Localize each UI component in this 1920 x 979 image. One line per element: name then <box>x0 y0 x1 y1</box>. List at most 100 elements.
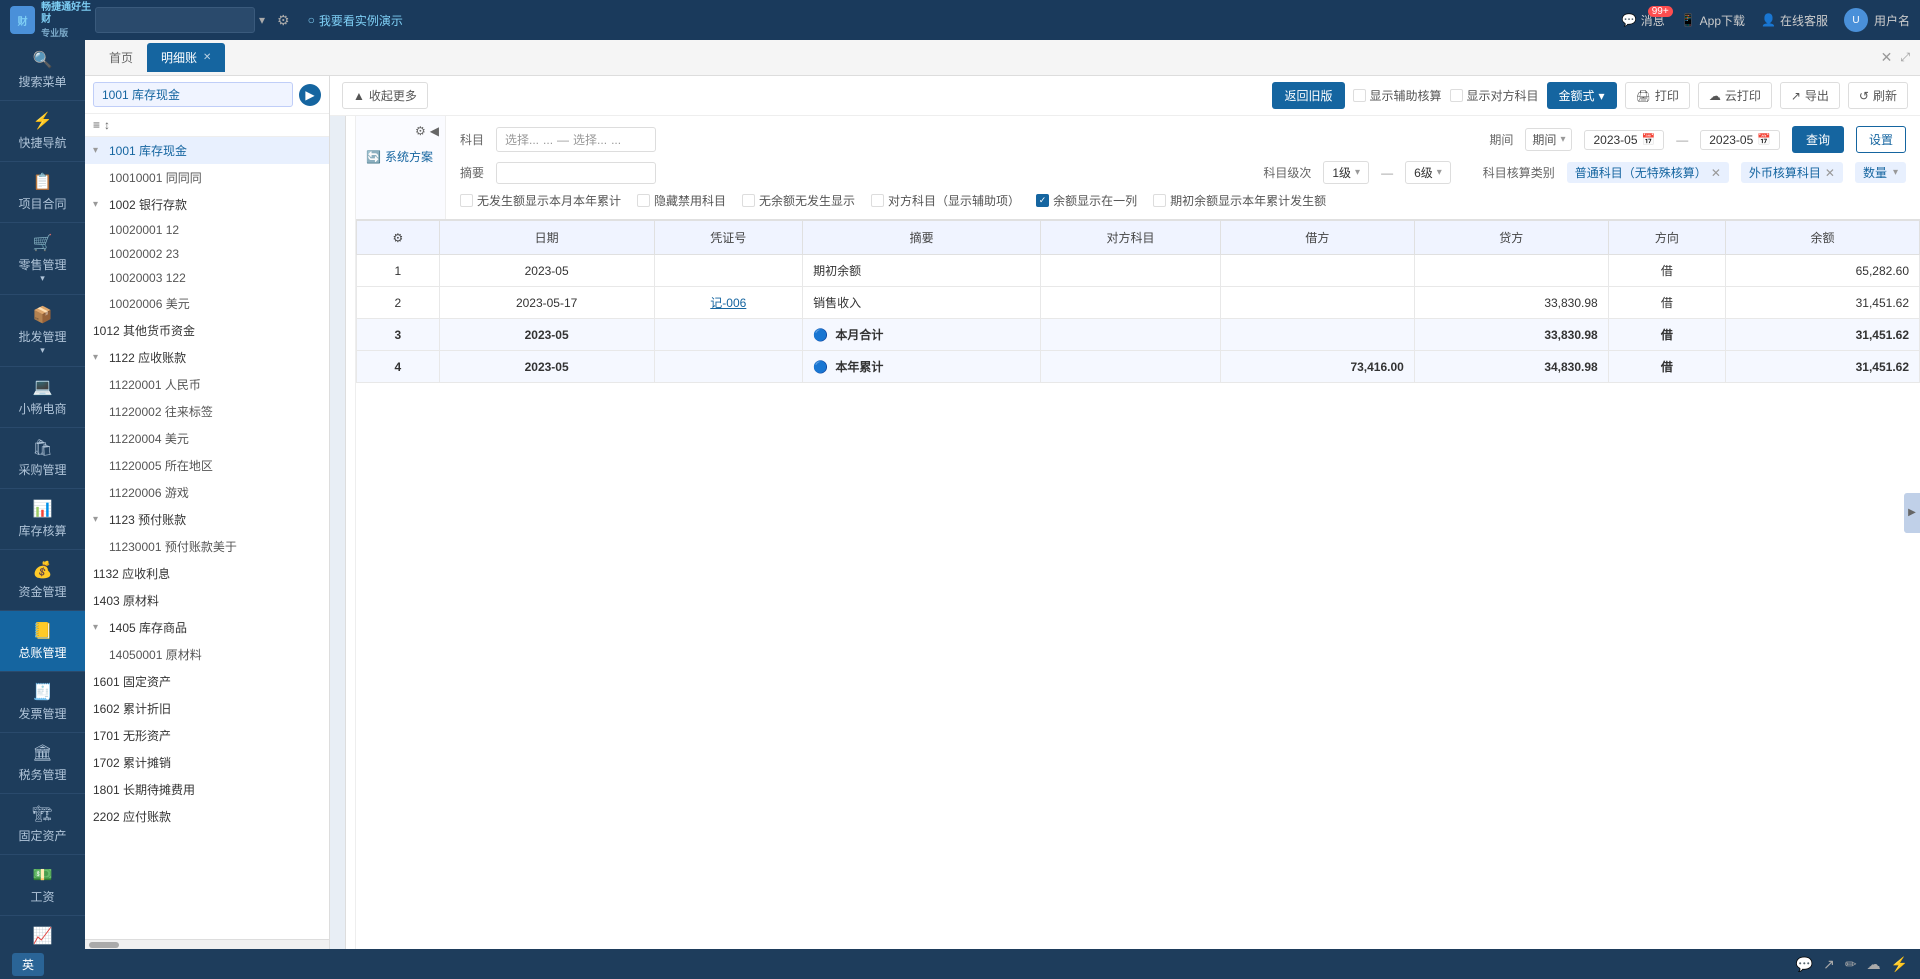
settings-btn[interactable]: 设置 <box>1856 126 1906 153</box>
sidebar-item-inventory[interactable]: 📊 库存核算 <box>0 489 85 550</box>
tag-ordinary[interactable]: 普通科目（无特殊核算） ✕ <box>1567 162 1729 183</box>
chk-opening-ytd[interactable]: 期初余额显示本年累计发生额 <box>1153 192 1326 209</box>
tree-item-10020006[interactable]: 10020006 美元 <box>85 290 329 317</box>
tree-item-11220002[interactable]: 11220002 往来标签 <box>85 398 329 425</box>
tree-item-1702[interactable]: 1702 累计摊销 <box>85 749 329 776</box>
search-dropdown-arrow[interactable]: ▾ <box>259 13 265 27</box>
tree-item-1132[interactable]: 1132 应收利息 <box>85 560 329 587</box>
lang-switch-btn[interactable]: 英 <box>12 953 44 976</box>
voucher-link[interactable]: 记-006 <box>710 296 746 310</box>
online-service-btn[interactable]: 👤 在线客服 <box>1761 12 1828 29</box>
status-icon-link[interactable]: ↗ <box>1823 956 1835 973</box>
assist-calc-checkbox[interactable]: 显示辅助核算 <box>1353 87 1442 104</box>
tag-foreign-close[interactable]: ✕ <box>1825 166 1835 180</box>
tree-item-1123[interactable]: ▾ 1123 预付账款 <box>85 506 329 533</box>
tree-item-1405[interactable]: ▾ 1405 库存商品 <box>85 614 329 641</box>
subject-input-group[interactable]: 选择... ... — 选择... ... <box>496 127 656 152</box>
contra-subject-checkbox[interactable]: 显示对方科目 <box>1450 87 1539 104</box>
chk-balance-col[interactable]: ✓ 余额显示在一列 <box>1036 192 1137 209</box>
status-icon-cloud[interactable]: ☁ <box>1867 956 1881 973</box>
app-download-btn[interactable]: 📱 App下载 <box>1681 12 1745 29</box>
tree-item-10020002[interactable]: 10020002 23 <box>85 242 329 266</box>
account-nav-forward-btn[interactable]: ▶ <box>299 84 321 106</box>
tag-foreign[interactable]: 外币核算科目 ✕ <box>1741 162 1843 183</box>
tree-item-11220004[interactable]: 11220004 美元 <box>85 425 329 452</box>
status-icon-flash[interactable]: ⚡ <box>1891 956 1908 973</box>
sidebar-item-salary[interactable]: 💵 工资 <box>0 855 85 916</box>
collapse-more-btn[interactable]: ▲ 收起更多 <box>342 82 428 109</box>
sidebar-item-ecommerce[interactable]: 💻 小畅电商 <box>0 367 85 428</box>
period-from-input[interactable]: 2023-05 📅 <box>1584 130 1664 150</box>
tree-item-1002[interactable]: ▾ 1002 银行存款 <box>85 191 329 218</box>
tab-home[interactable]: 首页 <box>95 43 147 72</box>
tree-item-11220005[interactable]: 11220005 所在地区 <box>85 452 329 479</box>
tree-item-1403[interactable]: 1403 原材料 <box>85 587 329 614</box>
sidebar-item-capital[interactable]: 💰 资金管理 <box>0 550 85 611</box>
tree-item-14050001[interactable]: 14050001 原材料 <box>85 641 329 668</box>
top-search[interactable] <box>95 7 255 33</box>
sidebar-item-operations[interactable]: 📈 经营管理 <box>0 916 85 949</box>
tree-item-1601[interactable]: 1601 固定资产 <box>85 668 329 695</box>
window-expand-btn[interactable]: ⤢ <box>1900 49 1910 66</box>
tree-item-10020001[interactable]: 10020001 12 <box>85 218 329 242</box>
sidebar-item-retail[interactable]: 🛒 零售管理 ▾ <box>0 223 85 295</box>
back-old-btn[interactable]: 返回旧版 <box>1272 82 1344 109</box>
tree-item-11220006[interactable]: 11220006 游戏 <box>85 479 329 506</box>
chk-hide-disabled[interactable]: 隐藏禁用科目 <box>637 192 726 209</box>
summary-input[interactable] <box>496 162 656 184</box>
status-icon-edit[interactable]: ✏ <box>1845 956 1857 973</box>
chk-no-balance[interactable]: 无余额无发生显示 <box>742 192 855 209</box>
tree-item-1001[interactable]: ▾ 1001 库存现金 <box>85 137 329 164</box>
query-btn[interactable]: 查询 <box>1792 126 1844 153</box>
tab-close-icon[interactable]: ✕ <box>203 52 211 63</box>
sidebar-item-tax[interactable]: 🏛 税务管理 <box>0 733 85 794</box>
tree-item-10020003[interactable]: 10020003 122 <box>85 266 329 290</box>
col-settings[interactable]: ⚙ <box>357 221 440 255</box>
sidebar-item-wholesale[interactable]: 📦 批发管理 ▾ <box>0 295 85 367</box>
export-btn[interactable]: ↗ 导出 <box>1780 82 1840 109</box>
period-to-input[interactable]: 2023-05 📅 <box>1700 130 1780 150</box>
print-btn[interactable]: 🖨 打印 <box>1625 82 1690 109</box>
tree-item-11220001[interactable]: 11220001 人民币 <box>85 371 329 398</box>
sidebar-item-assets[interactable]: 🏗 固定资产 <box>0 794 85 855</box>
cloud-print-btn[interactable]: ☁ 云打印 <box>1698 82 1772 109</box>
window-close-btn[interactable]: ✕ <box>1881 49 1893 66</box>
scheme-collapse-icon[interactable]: ◀ <box>430 124 439 138</box>
level-to-select[interactable]: 6级 ▾ <box>1405 161 1451 184</box>
amount-style-btn[interactable]: 金额式 ▾ <box>1547 82 1617 109</box>
sidebar-item-quicknav[interactable]: ⚡ 快捷导航 <box>0 101 85 162</box>
sort-icon[interactable]: ↕ <box>104 118 110 132</box>
message-btn[interactable]: 💬 消息 99+ <box>1622 12 1665 29</box>
tag-quantity[interactable]: 数量 ▾ <box>1855 162 1906 183</box>
sidebar-item-invoice[interactable]: 🧾 发票管理 <box>0 672 85 733</box>
user-menu[interactable]: U 用户名 <box>1844 8 1910 32</box>
sidebar-item-purchase[interactable]: 🛍 采购管理 <box>0 428 85 489</box>
chk-contra-assist[interactable]: 对方科目（显示辅助项） <box>871 192 1020 209</box>
tag-ordinary-close[interactable]: ✕ <box>1711 166 1721 180</box>
tree-item-1012[interactable]: 1012 其他货币资金 <box>85 317 329 344</box>
account-selector[interactable]: 1001 库存现金 <box>93 82 293 107</box>
system-scheme-item[interactable]: 🔄 系统方案 <box>356 142 445 171</box>
account-scrollbar[interactable] <box>85 939 329 949</box>
tree-item-1801[interactable]: 1801 长期待摊费用 <box>85 776 329 803</box>
tree-item-11230001[interactable]: 11230001 预付账款美于 <box>85 533 329 560</box>
refresh-btn[interactable]: ↺ 刷新 <box>1848 82 1908 109</box>
tree-item-10010001[interactable]: 10010001 同同同 <box>85 164 329 191</box>
list-view-icon[interactable]: ≡ <box>93 118 100 132</box>
level-from-select[interactable]: 1级 ▾ <box>1323 161 1369 184</box>
sidebar-item-search[interactable]: 🔍 搜索菜单 <box>0 40 85 101</box>
settings-icon[interactable]: ⚙ <box>277 12 290 29</box>
status-icon-chat[interactable]: 💬 <box>1796 956 1813 973</box>
tree-item-1602[interactable]: 1602 累计折旧 <box>85 695 329 722</box>
tab-detail-ledger[interactable]: 明细账 ✕ <box>147 43 225 72</box>
tree-item-1701[interactable]: 1701 无形资产 <box>85 722 329 749</box>
sidebar-item-project[interactable]: 📋 项目合同 <box>0 162 85 223</box>
panel-collapse-right-btn[interactable]: ▶ <box>1904 493 1920 533</box>
chk-no-amount[interactable]: 无发生额显示本月本年累计 <box>460 192 621 209</box>
demo-link[interactable]: ○ 我要看实例演示 <box>308 12 403 29</box>
scheme-settings-icon[interactable]: ⚙ <box>415 124 426 138</box>
tree-item-2202[interactable]: 2202 应付账款 <box>85 803 329 830</box>
tree-item-1122[interactable]: ▾ 1122 应收账款 <box>85 344 329 371</box>
sidebar-item-ledger[interactable]: 📒 总账管理 <box>0 611 85 672</box>
period-type-select[interactable]: 期间 ▾ <box>1525 128 1572 151</box>
